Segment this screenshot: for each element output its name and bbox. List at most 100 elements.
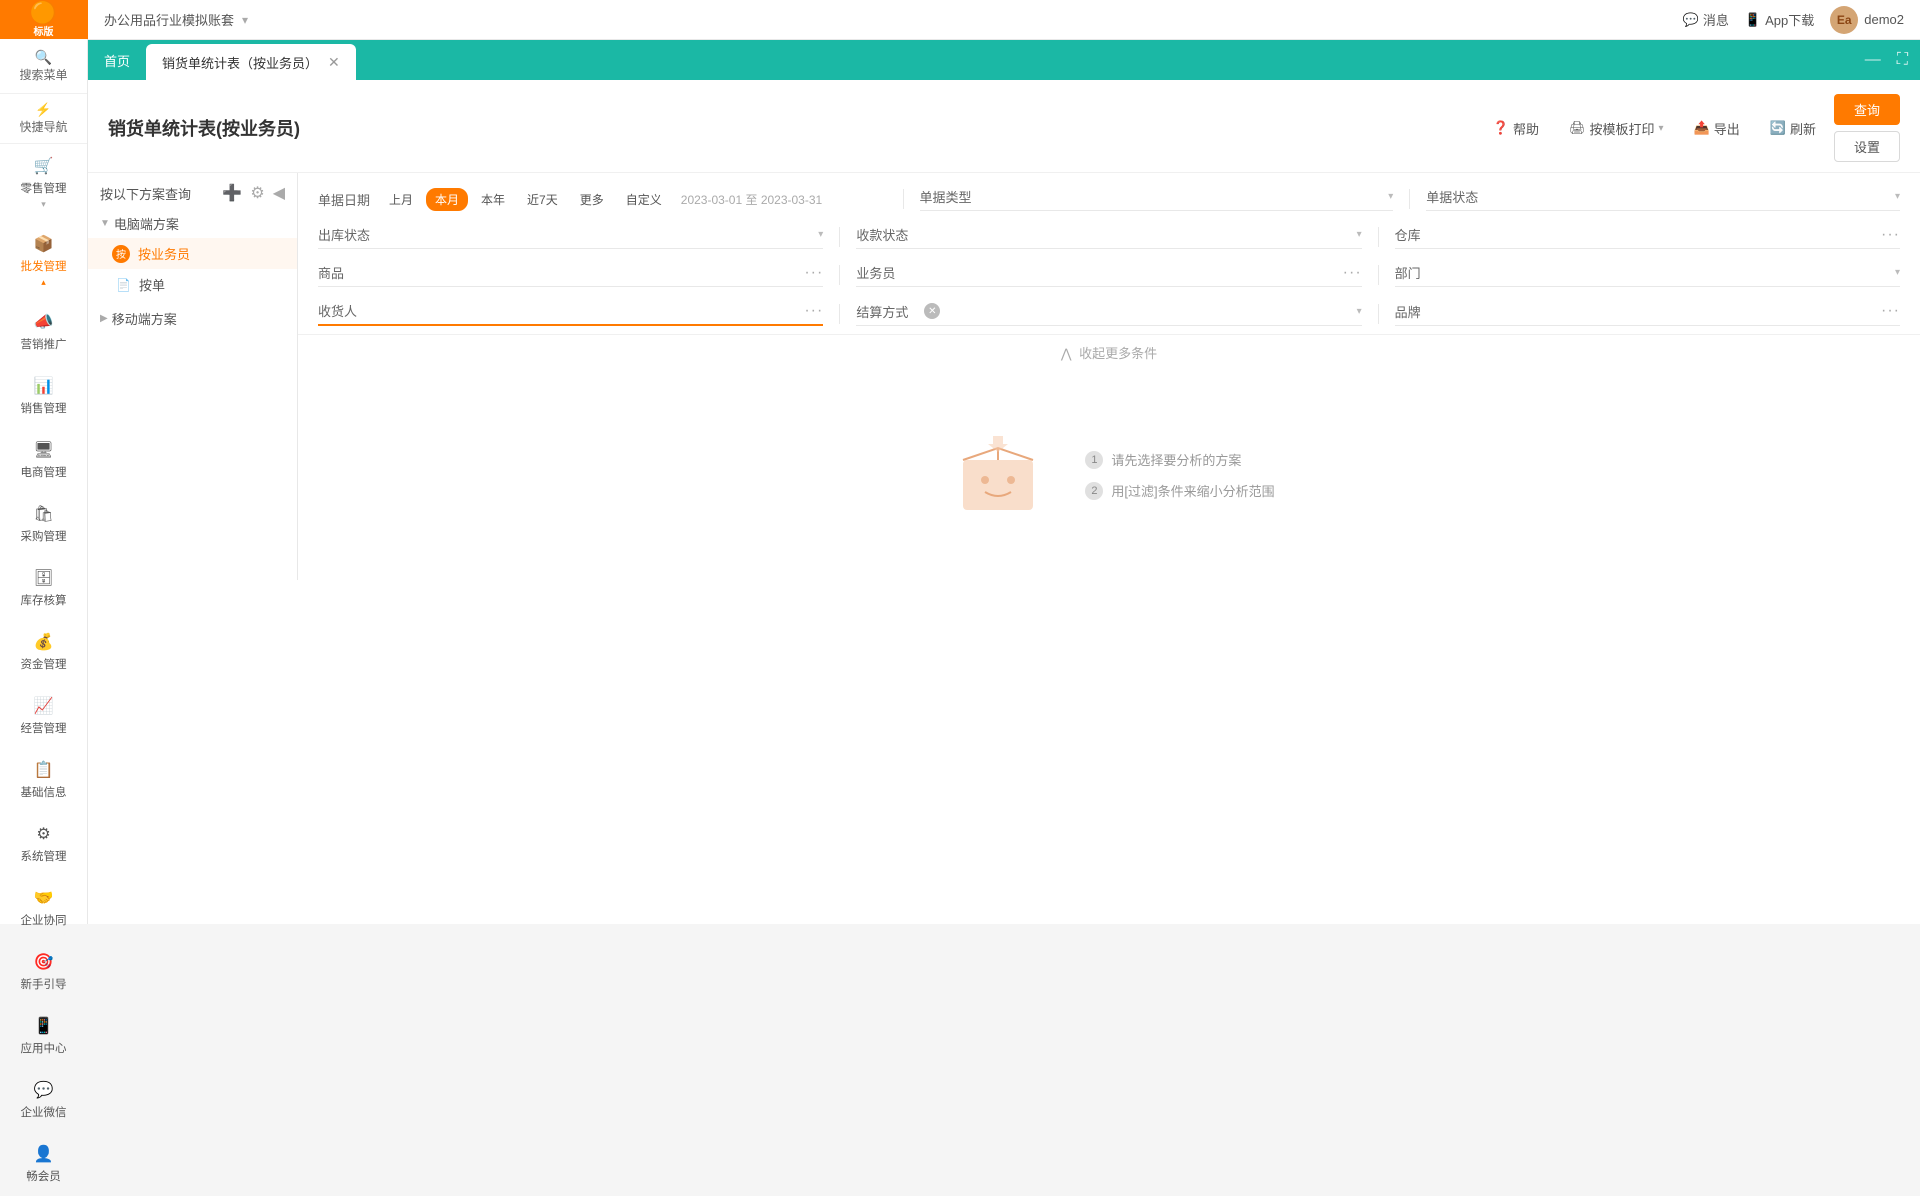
scheme-panel: 按以下方案查询 ➕ ⚙ ◀ ▼ 电脑端方案 [88, 173, 298, 580]
brand-label: 品牌 [1395, 302, 1423, 321]
query-button[interactable]: 查询 [1834, 94, 1900, 125]
sidebar-item-basic-info[interactable]: 📋 基础信息 [0, 748, 87, 812]
receiver-input[interactable]: ··· [368, 302, 823, 320]
collapse-bar[interactable]: ⋀ 收起更多条件 [298, 334, 1920, 370]
tab-maximize-icon[interactable]: ⛶ [1893, 47, 1912, 73]
operations-icon: 📈 [34, 696, 54, 716]
body-area: 按以下方案查询 ➕ ⚙ ◀ ▼ 电脑端方案 [88, 173, 1920, 580]
user-avatar-btn[interactable]: Ea demo2 [1830, 6, 1904, 34]
refresh-btn[interactable]: 🔄 刷新 [1762, 115, 1824, 142]
sales-icon: 📊 [34, 376, 54, 396]
scheme-item-by-order[interactable]: 📄 按单 [88, 269, 297, 300]
scheme-panel-title: 按以下方案查询 [100, 184, 191, 203]
apps-icon: 📱 [34, 1016, 54, 1036]
sidebar-item-marketing[interactable]: 📣 营销推广 [0, 300, 87, 364]
pc-group-label: 电脑端方案 [114, 214, 179, 233]
wechat-icon: 💬 [34, 1080, 54, 1100]
top-header: 办公用品行业模拟账套 ▾ 💬 消息 📱 App下载 Ea demo2 [88, 0, 1920, 40]
content-area: 销货单统计表(按业务员) ❓ 帮助 🖨 按模板打印 ▾ 📤 [88, 80, 1920, 924]
scheme-panel-icons: ➕ ⚙ ◀ [222, 183, 285, 203]
doc-status-label: 单据状态 [1426, 187, 1482, 206]
scheme-group-mobile: ▶ 移动端方案 [88, 304, 297, 333]
print-btn[interactable]: 🖨 按模板打印 ▾ [1561, 115, 1672, 142]
date-btn-this-month[interactable]: 本月 [426, 188, 468, 211]
tab-close-btn[interactable]: ✕ [328, 54, 340, 71]
settings-button[interactable]: 设置 [1834, 131, 1900, 162]
divider-6 [1378, 265, 1379, 285]
date-btn-more[interactable]: 更多 [571, 188, 613, 211]
tab-sales-stat[interactable]: 销货单统计表（按业务员） ✕ [146, 44, 356, 80]
app-download-btn[interactable]: 📱 App下载 [1745, 10, 1814, 29]
sidebar-item-member[interactable]: 👤 畅会员 [0, 1132, 87, 1196]
salesperson-select[interactable]: ··· [906, 264, 1361, 282]
sidebar-search[interactable]: 🔍 搜索菜单 [0, 39, 87, 94]
mobile-group-label: 移动端方案 [112, 309, 177, 328]
inventory-icon: 🗄 [33, 568, 53, 588]
sidebar-item-wholesale[interactable]: 📦 批发管理 ▴ [0, 222, 87, 300]
sidebar-item-system[interactable]: ⚙ 系统管理 [0, 812, 87, 876]
print-dropdown-icon: ▾ [1659, 123, 1664, 134]
mobile-group-expand-icon: ▶ [100, 313, 108, 324]
tip-1-num: 1 [1085, 451, 1103, 469]
sidebar-item-guide[interactable]: 🎯 新手引导 [0, 940, 87, 1004]
sidebar-item-apps[interactable]: 📱 应用中心 [0, 1004, 87, 1068]
help-btn[interactable]: ❓ 帮助 [1485, 115, 1547, 142]
query-settings-group: 查询 设置 [1834, 94, 1900, 162]
by-order-label: 按单 [139, 275, 165, 294]
doc-type-arrow: ▾ [1388, 191, 1393, 202]
tab-minimize-icon[interactable]: — [1861, 47, 1885, 73]
date-filter: 单据日期 上月 本月 本年 近7天 更多 自定义 2023-03-01 至 20… [318, 188, 887, 211]
filter-row-2: 出库状态 ▾ 收款状态 [318, 225, 1900, 249]
scheme-collapse-icon[interactable]: ◀ [273, 183, 285, 203]
sidebar-item-enterprise[interactable]: 🤝 企业协同 [0, 876, 87, 940]
date-btn-this-year[interactable]: 本年 [472, 188, 514, 211]
message-btn[interactable]: 💬 消息 [1683, 10, 1729, 29]
avatar: Ea [1830, 6, 1858, 34]
date-range-display: 2023-03-01 至 2023-03-31 [681, 191, 822, 208]
tab-home[interactable]: 首页 [88, 40, 146, 80]
salesperson-label: 业务员 [856, 263, 898, 282]
warehouse-select[interactable]: ··· [1431, 226, 1900, 244]
date-btn-7days[interactable]: 近7天 [518, 188, 567, 211]
purchase-icon: 🛍 [33, 504, 53, 524]
scheme-item-salesperson[interactable]: 按 按业务员 [88, 238, 297, 269]
empty-tips: 1 请先选择要分析的方案 2 用[过滤]条件来缩小分析范围 [1085, 450, 1274, 500]
scheme-settings-icon[interactable]: ⚙ [250, 183, 264, 203]
product-label: 商品 [318, 263, 346, 282]
doc-status-select[interactable]: ▾ [1490, 191, 1900, 202]
sidebar-item-operations[interactable]: 📈 经营管理 [0, 684, 87, 748]
sidebar-item-wechat[interactable]: 💬 企业微信 [0, 1068, 87, 1132]
settlement-clear-icon[interactable]: ✕ [924, 303, 940, 319]
app-logo[interactable]: 🟠 标版 [0, 0, 88, 39]
scheme-add-icon[interactable]: ➕ [222, 183, 242, 203]
settlement-filter: 结算方式 ✕ ▾ [856, 302, 1361, 326]
sidebar-item-purchase[interactable]: 🛍 采购管理 [0, 492, 87, 556]
date-btn-last-month[interactable]: 上月 [380, 188, 422, 211]
dropdown-arrow[interactable]: ▾ [242, 13, 248, 27]
scheme-group-mobile-header[interactable]: ▶ 移动端方案 [88, 304, 297, 333]
scheme-group-pc-header[interactable]: ▼ 电脑端方案 [88, 209, 297, 238]
scheme-panel-header: 按以下方案查询 ➕ ⚙ ◀ [88, 173, 297, 209]
sidebar-item-sales[interactable]: 📊 销售管理 [0, 364, 87, 428]
divider-2 [1409, 189, 1410, 209]
out-status-select[interactable]: ▾ [382, 229, 823, 240]
tip-2-text: 用[过滤]条件来缩小分析范围 [1111, 481, 1274, 500]
product-select[interactable]: ··· [354, 264, 823, 282]
tab-bar-right: — ⛶ [1861, 47, 1920, 73]
date-btn-custom[interactable]: 自定义 [617, 188, 671, 211]
main-area: 办公用品行业模拟账套 ▾ 💬 消息 📱 App下载 Ea demo2 首页 [88, 0, 1920, 924]
tab-bar: 首页 销货单统计表（按业务员） ✕ — ⛶ [88, 40, 1920, 80]
sidebar-item-ecommerce[interactable]: 🖥 电商管理 [0, 428, 87, 492]
payment-status-select[interactable]: ▾ [920, 229, 1361, 240]
sidebar-item-inventory[interactable]: 🗄 库存核算 [0, 556, 87, 620]
sidebar-item-retail[interactable]: 🛒 零售管理 ▾ [0, 144, 87, 222]
department-select[interactable]: ▾ [1431, 267, 1900, 278]
export-btn[interactable]: 📤 导出 [1686, 115, 1748, 142]
doc-type-select[interactable]: ▾ [984, 191, 1394, 202]
filter-row-3: 商品 ··· 业务员 [318, 263, 1900, 287]
receiver-label: 收货人 [318, 301, 360, 320]
sidebar-quick-nav[interactable]: ⚡ 快捷导航 [0, 94, 87, 144]
settlement-select[interactable]: ✕ ▾ [920, 303, 1361, 319]
brand-select[interactable]: ··· [1431, 302, 1900, 320]
sidebar-item-finance[interactable]: 💰 资金管理 [0, 620, 87, 684]
